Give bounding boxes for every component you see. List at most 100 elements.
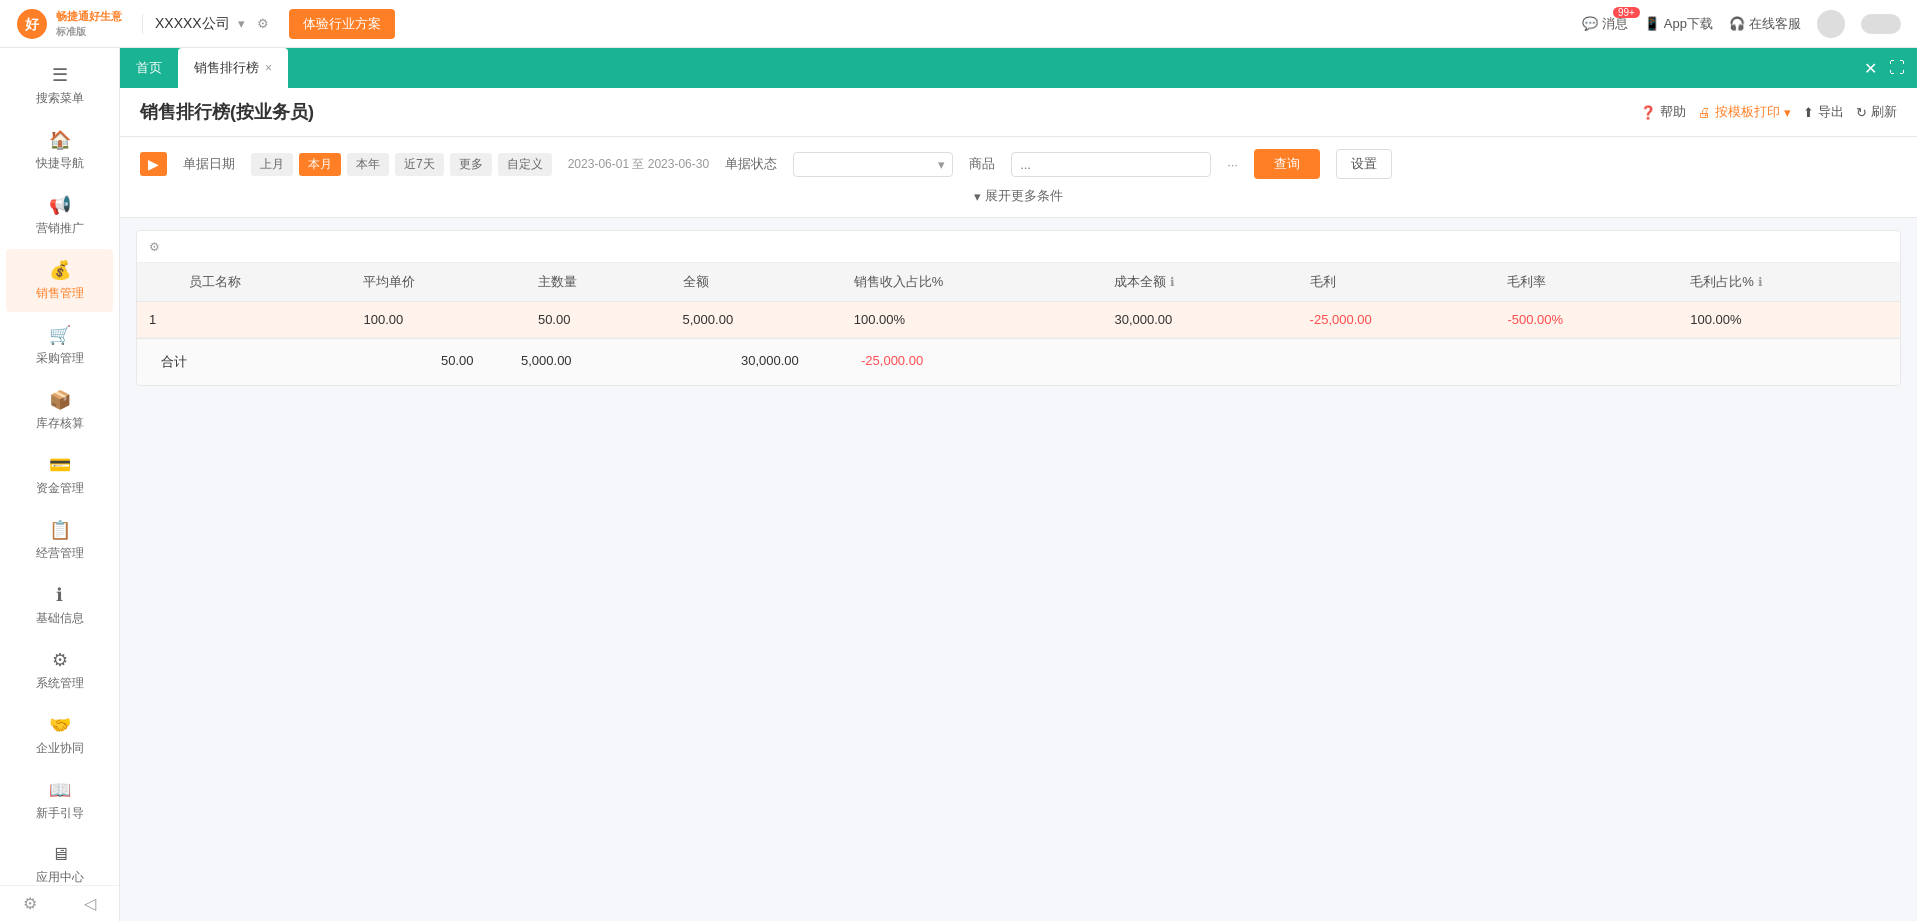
sidebar-item-inventory[interactable]: 📦 库存核算 <box>6 379 113 442</box>
tab-sales-ranking[interactable]: 销售排行榜 × <box>178 48 288 88</box>
divider <box>142 14 143 34</box>
company-name: XXXXX公司 <box>155 15 230 33</box>
cell-qty: 50.00 <box>526 302 671 338</box>
expand-more-filters-button[interactable]: ▾ 展开更多条件 <box>140 187 1897 205</box>
footer-label: 合计 <box>149 349 349 375</box>
date-btn-last-month[interactable]: 上月 <box>251 153 293 176</box>
template-print-label: 按模板打印 <box>1715 103 1780 121</box>
sales-ranking-tab-label: 销售排行榜 <box>194 59 259 77</box>
cell-total: 5,000.00 <box>671 302 842 338</box>
date-btn-custom[interactable]: 自定义 <box>498 153 552 176</box>
sidebar-item-search-label: 搜索菜单 <box>36 90 84 107</box>
cell-sales-pct: 100.00% <box>842 302 1103 338</box>
sidebar-settings-icon[interactable]: ⚙ <box>23 894 37 913</box>
filter-area: ▶ 单据日期 上月 本月 本年 近7天 更多 自定义 2023-06-01 至 … <box>120 137 1917 218</box>
query-button[interactable]: 查询 <box>1254 149 1320 179</box>
tab-close-window-icon[interactable]: ✕ <box>1864 59 1877 78</box>
message-icon: 💬 <box>1582 16 1598 31</box>
top-bar-right: 💬 消息 99+ 📱 App下载 🎧 在线客服 <box>1582 10 1901 38</box>
filter-expand-arrow[interactable]: ▶ <box>140 152 167 176</box>
footer-sales-pct <box>609 349 729 375</box>
page-header: 销售排行榜(按业务员) ❓ 帮助 🖨 按模板打印 ▾ ⬆ 导出 <box>120 88 1917 137</box>
help-button[interactable]: ❓ 帮助 <box>1640 103 1686 121</box>
help-icon: ❓ <box>1640 105 1656 120</box>
sidebar-item-operations[interactable]: 📋 经营管理 <box>6 509 113 572</box>
export-icon: ⬆ <box>1803 105 1814 120</box>
status-select[interactable] <box>793 152 953 177</box>
cell-cost: 30,000.00 <box>1102 302 1297 338</box>
goods-more-icon[interactable]: ··· <box>1227 157 1238 172</box>
online-service-label: 在线客服 <box>1749 15 1801 33</box>
template-print-button[interactable]: 🖨 按模板打印 ▾ <box>1698 103 1791 121</box>
tab-close-icon[interactable]: × <box>265 61 272 75</box>
message-button[interactable]: 💬 消息 99+ <box>1582 15 1628 33</box>
refresh-button[interactable]: ↻ 刷新 <box>1856 103 1897 121</box>
tab-home[interactable]: 首页 <box>120 48 178 88</box>
avatar[interactable] <box>1817 10 1845 38</box>
th-profit-pct: 毛利占比% ℹ <box>1678 263 1900 302</box>
sidebar-item-marketing-label: 营销推广 <box>36 220 84 237</box>
sidebar-item-sales-label: 销售管理 <box>36 285 84 302</box>
sidebar-item-guide[interactable]: 📖 新手引导 <box>6 769 113 832</box>
sidebar-item-enterprise[interactable]: 🤝 企业协同 <box>6 704 113 767</box>
th-profit-rate: 毛利率 <box>1495 263 1678 302</box>
sidebar-item-search[interactable]: ☰ 搜索菜单 <box>6 54 113 117</box>
sidebar-collapse-icon[interactable]: ◁ <box>84 894 96 913</box>
purchase-icon: 🛒 <box>49 324 71 346</box>
settings-button[interactable]: 设置 <box>1336 149 1392 179</box>
trial-button[interactable]: 体验行业方案 <box>289 9 395 39</box>
refresh-icon: ↻ <box>1856 105 1867 120</box>
company-settings-icon[interactable]: ⚙ <box>257 16 269 31</box>
date-btn-this-month[interactable]: 本月 <box>299 153 341 176</box>
sidebar-item-quick-nav[interactable]: 🏠 快捷导航 <box>6 119 113 182</box>
company-dropdown-icon[interactable]: ▾ <box>238 16 245 31</box>
date-btn-this-year[interactable]: 本年 <box>347 153 389 176</box>
main-layout: ☰ 搜索菜单 🏠 快捷导航 📢 营销推广 💰 销售管理 🛒 采购管理 📦 <box>0 48 1917 921</box>
date-btn-7days[interactable]: 近7天 <box>395 153 444 176</box>
sidebar-item-finance-label: 资金管理 <box>36 480 84 497</box>
export-button[interactable]: ⬆ 导出 <box>1803 103 1844 121</box>
home-tab-label: 首页 <box>136 59 162 77</box>
home-icon: 🏠 <box>49 129 71 151</box>
table-row: 1 100.00 50.00 5,000.00 100.00% 30,000.0… <box>137 302 1900 338</box>
profit-pct-info-icon[interactable]: ℹ <box>1758 275 1763 289</box>
sidebar-item-system[interactable]: ⚙ 系统管理 <box>6 639 113 702</box>
tab-expand-icon[interactable]: ⛶ <box>1889 59 1905 77</box>
table-settings-icon[interactable]: ⚙ <box>149 240 160 254</box>
sidebar-item-appstore-label: 应用中心 <box>36 869 84 885</box>
sidebar-item-finance[interactable]: 💳 资金管理 <box>6 444 113 507</box>
content-area: 首页 销售排行榜 × ✕ ⛶ 销售排行榜(按业务员) ❓ 帮助 <box>120 48 1917 921</box>
sidebar-item-inventory-label: 库存核算 <box>36 415 84 432</box>
sidebar-item-enterprise-label: 企业协同 <box>36 740 84 757</box>
cost-info-icon[interactable]: ℹ <box>1170 275 1175 289</box>
print-icon: 🖨 <box>1698 105 1711 120</box>
operations-icon: 📋 <box>49 519 71 541</box>
goods-input[interactable] <box>1011 152 1211 177</box>
date-btn-more[interactable]: 更多 <box>450 153 492 176</box>
cell-rank: 1 <box>137 302 177 338</box>
help-label: 帮助 <box>1660 103 1686 121</box>
guide-icon: 📖 <box>49 779 71 801</box>
sidebar-item-purchase[interactable]: 🛒 采购管理 <box>6 314 113 377</box>
refresh-label: 刷新 <box>1871 103 1897 121</box>
footer-avg-price <box>349 349 429 375</box>
headset-icon: 🎧 <box>1729 16 1745 31</box>
th-qty: 主数量 <box>526 263 671 302</box>
finance-icon: 💳 <box>49 454 71 476</box>
sidebar-item-appstore[interactable]: 🖥 应用中心 <box>6 834 113 885</box>
footer-profit: -25,000.00 <box>849 349 949 375</box>
search-menu-icon: ☰ <box>52 64 68 86</box>
sidebar-bottom: ⚙ ◁ <box>0 885 119 921</box>
page-title: 销售排行榜(按业务员) <box>140 100 314 136</box>
th-cost: 成本全额 ℹ <box>1102 263 1297 302</box>
app-download-button[interactable]: 📱 App下载 <box>1644 15 1713 33</box>
page-content: 销售排行榜(按业务员) ❓ 帮助 🖨 按模板打印 ▾ ⬆ 导出 <box>120 88 1917 921</box>
page-header-actions: ❓ 帮助 🖨 按模板打印 ▾ ⬆ 导出 ↻ 刷新 <box>1640 103 1897 133</box>
footer-total: 5,000.00 <box>509 349 609 375</box>
sidebar-item-basics[interactable]: ℹ 基础信息 <box>6 574 113 637</box>
sidebar-item-sales[interactable]: 💰 销售管理 <box>6 249 113 312</box>
sidebar-item-marketing[interactable]: 📢 营销推广 <box>6 184 113 247</box>
online-service-button[interactable]: 🎧 在线客服 <box>1729 15 1801 33</box>
svg-text:好: 好 <box>24 16 40 32</box>
cell-avg-price: 100.00 <box>351 302 525 338</box>
